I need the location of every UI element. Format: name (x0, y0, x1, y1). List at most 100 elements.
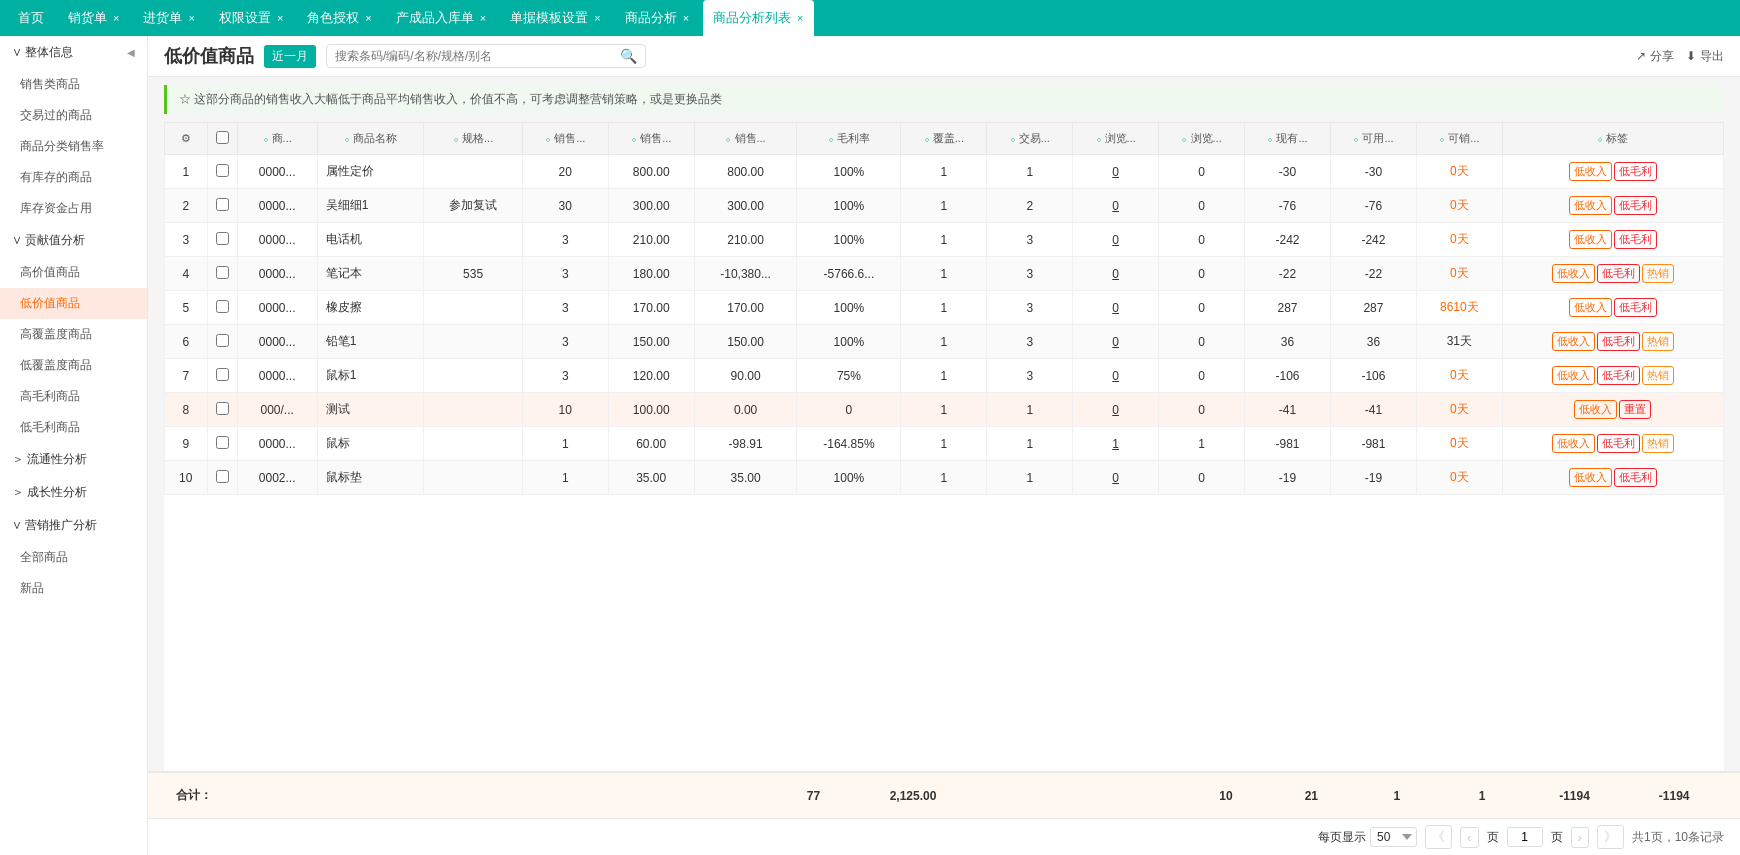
sidebar-item-traded[interactable]: 交易过的商品 (0, 100, 147, 131)
view1-link[interactable]: 0 (1112, 199, 1119, 213)
th-view2[interactable]: ⬦ 浏览... (1159, 123, 1245, 155)
page-input[interactable] (1507, 827, 1543, 847)
th-current[interactable]: ⬦ 现有... (1245, 123, 1331, 155)
view1-link[interactable]: 0 (1112, 403, 1119, 417)
nav-close-purchase[interactable]: × (188, 12, 194, 24)
nav-close-sales[interactable]: × (113, 12, 119, 24)
row-view1[interactable]: 0 (1073, 291, 1159, 325)
row-checkbox[interactable] (216, 232, 229, 245)
sidebar-group-marketing[interactable]: ∨ 营销推广分析 (0, 509, 147, 542)
nav-close-permissions[interactable]: × (277, 12, 283, 24)
nav-close-roles[interactable]: × (365, 12, 371, 24)
row-view1[interactable]: 0 (1073, 325, 1159, 359)
search-input[interactable] (335, 49, 614, 63)
th-name[interactable]: ⬦ 商品名称 (317, 123, 424, 155)
row-checkbox[interactable] (216, 368, 229, 381)
nav-templates[interactable]: 单据模板设置 × (500, 0, 610, 36)
row-checkbox[interactable] (216, 470, 229, 483)
row-view1[interactable]: 0 (1073, 223, 1159, 257)
row-check[interactable] (207, 155, 237, 189)
nav-roles[interactable]: 角色授权 × (297, 0, 381, 36)
row-view1[interactable]: 0 (1073, 257, 1159, 291)
th-saleable[interactable]: ⬦ 可销... (1416, 123, 1502, 155)
th-view1[interactable]: ⬦ 浏览... (1073, 123, 1159, 155)
sidebar-item-high-margin[interactable]: 高毛利商品 (0, 381, 147, 412)
sidebar-item-low-margin[interactable]: 低毛利商品 (0, 412, 147, 443)
th-tags[interactable]: ⬦ 标签 (1502, 123, 1723, 155)
view1-link[interactable]: 0 (1112, 165, 1119, 179)
row-check[interactable] (207, 291, 237, 325)
row-check[interactable] (207, 257, 237, 291)
sidebar-item-high-value[interactable]: 高价值商品 (0, 257, 147, 288)
row-view1[interactable]: 1 (1073, 427, 1159, 461)
nav-close-goods[interactable]: × (683, 12, 689, 24)
th-coverage[interactable]: ⬦ 覆盖... (901, 123, 987, 155)
th-sales-qty[interactable]: ⬦ 销售... (522, 123, 608, 155)
last-page-btn[interactable]: 》 (1597, 825, 1624, 849)
per-page-select[interactable]: 50 100 200 (1370, 827, 1417, 847)
th-available[interactable]: ⬦ 可用... (1330, 123, 1416, 155)
sidebar-group-growth[interactable]: ＞ 成长性分析 (0, 476, 147, 509)
sidebar-item-sales-products[interactable]: 销售类商品 (0, 69, 147, 100)
th-sales-profit[interactable]: ⬦ 销售... (694, 123, 797, 155)
row-check[interactable] (207, 359, 237, 393)
row-check[interactable] (207, 427, 237, 461)
nav-products[interactable]: 产成品入库单 × (386, 0, 496, 36)
row-view1[interactable]: 0 (1073, 359, 1159, 393)
view1-link[interactable]: 0 (1112, 301, 1119, 315)
sidebar-item-stock-capital[interactable]: 库存资金占用 (0, 193, 147, 224)
nav-home[interactable]: 首页 (8, 0, 54, 36)
sidebar-item-low-value[interactable]: 低价值商品 (0, 288, 147, 319)
nav-close-goods-list[interactable]: × (797, 12, 803, 24)
sidebar-item-in-stock[interactable]: 有库存的商品 (0, 162, 147, 193)
share-btn[interactable]: ↗ 分享 (1636, 48, 1674, 65)
sidebar-item-category-rate[interactable]: 商品分类销售率 (0, 131, 147, 162)
row-check[interactable] (207, 189, 237, 223)
sidebar-group-overall[interactable]: ∨ 整体信息 ◀ (0, 36, 147, 69)
next-page-btn[interactable]: › (1571, 827, 1589, 848)
row-checkbox[interactable] (216, 198, 229, 211)
view1-link[interactable]: 0 (1112, 335, 1119, 349)
th-trade[interactable]: ⬦ 交易... (987, 123, 1073, 155)
nav-goods-analysis[interactable]: 商品分析 × (615, 0, 699, 36)
sidebar-group-contribution[interactable]: ∨ 贡献值分析 (0, 224, 147, 257)
th-code[interactable]: ⬦ 商... (237, 123, 317, 155)
view1-link[interactable]: 1 (1112, 437, 1119, 451)
row-checkbox[interactable] (216, 266, 229, 279)
row-view1[interactable]: 0 (1073, 393, 1159, 427)
sidebar-item-new-products[interactable]: 新品 (0, 573, 147, 604)
row-check[interactable] (207, 223, 237, 257)
row-checkbox[interactable] (216, 300, 229, 313)
sidebar-item-all-products[interactable]: 全部商品 (0, 542, 147, 573)
search-icon[interactable]: 🔍 (620, 48, 637, 64)
sidebar-item-low-coverage[interactable]: 低覆盖度商品 (0, 350, 147, 381)
row-checkbox[interactable] (216, 164, 229, 177)
row-check[interactable] (207, 393, 237, 427)
select-all-checkbox[interactable] (216, 131, 229, 144)
row-checkbox[interactable] (216, 334, 229, 347)
sidebar-item-high-coverage[interactable]: 高覆盖度商品 (0, 319, 147, 350)
nav-goods-list[interactable]: 商品分析列表 × (703, 0, 813, 36)
row-checkbox[interactable] (216, 402, 229, 415)
prev-page-btn[interactable]: ‹ (1460, 827, 1478, 848)
th-spec[interactable]: ⬦ 规格... (424, 123, 522, 155)
row-check[interactable] (207, 325, 237, 359)
view1-link[interactable]: 0 (1112, 267, 1119, 281)
th-sales-amount[interactable]: ⬦ 销售... (608, 123, 694, 155)
row-view1[interactable]: 0 (1073, 155, 1159, 189)
nav-close-products[interactable]: × (480, 12, 486, 24)
nav-close-templates[interactable]: × (594, 12, 600, 24)
nav-sales[interactable]: 销货单 × (58, 0, 129, 36)
row-view1[interactable]: 0 (1073, 461, 1159, 495)
first-page-btn[interactable]: 《 (1425, 825, 1452, 849)
nav-purchase[interactable]: 进货单 × (133, 0, 204, 36)
time-filter-btn[interactable]: 近一月 (264, 45, 316, 68)
th-check[interactable] (207, 123, 237, 155)
nav-permissions[interactable]: 权限设置 × (209, 0, 293, 36)
row-view1[interactable]: 0 (1073, 189, 1159, 223)
view1-link[interactable]: 0 (1112, 233, 1119, 247)
row-checkbox[interactable] (216, 436, 229, 449)
sidebar-group-circulation[interactable]: ＞ 流通性分析 (0, 443, 147, 476)
th-margin[interactable]: ⬦ 毛利率 (797, 123, 901, 155)
export-btn[interactable]: ⬇ 导出 (1686, 48, 1724, 65)
